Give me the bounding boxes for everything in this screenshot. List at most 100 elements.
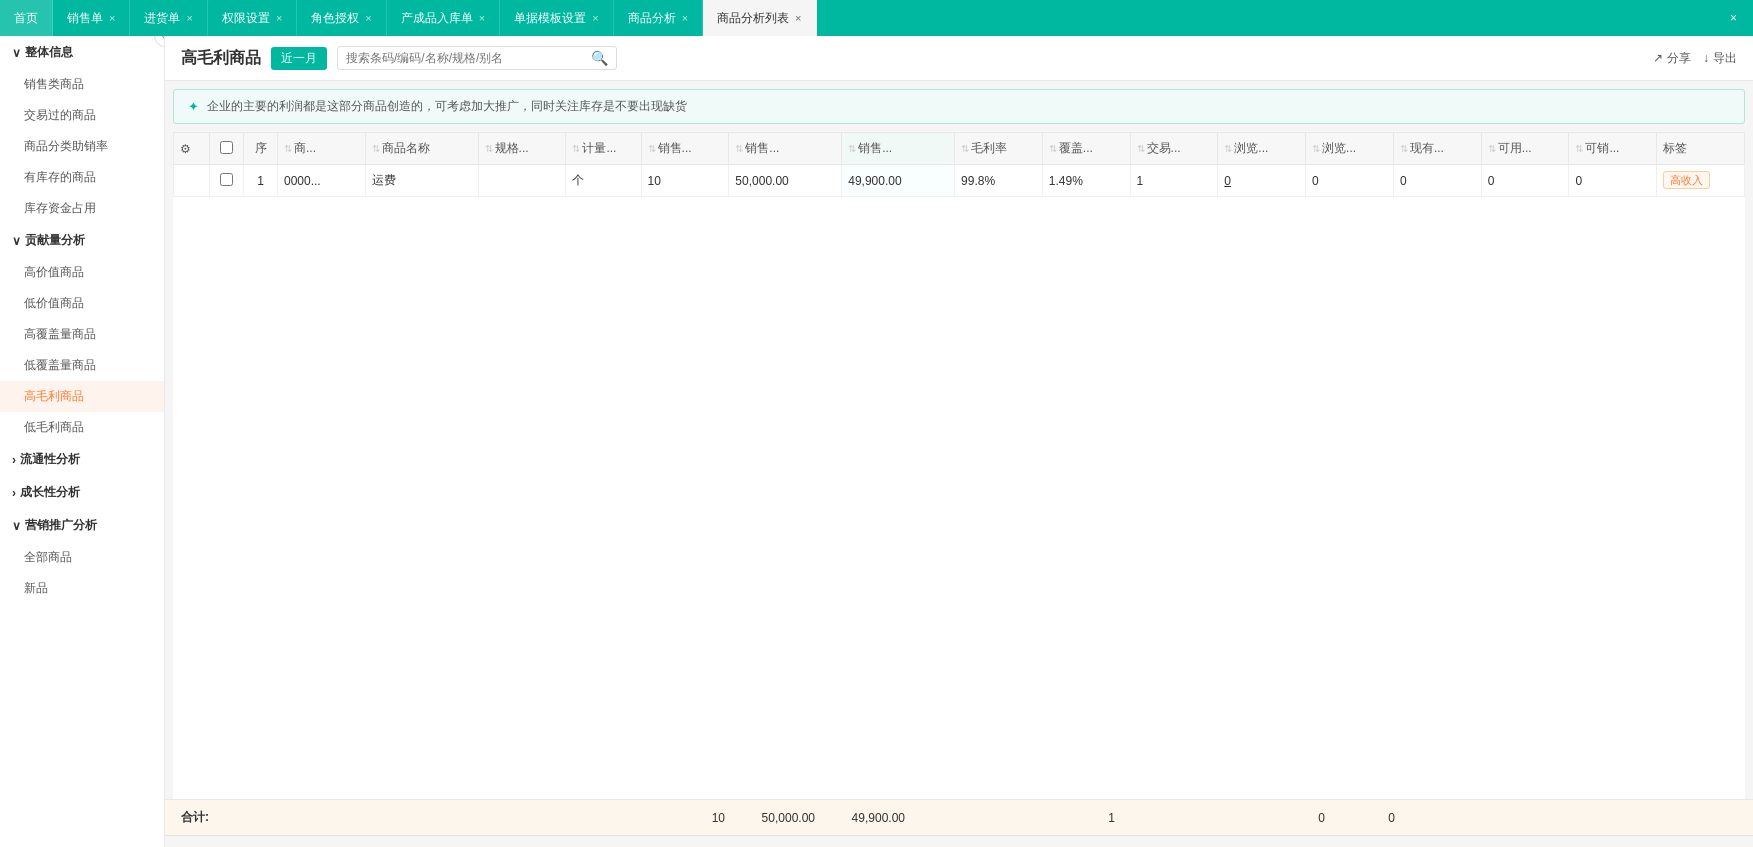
cell-code: 0000... <box>278 165 366 197</box>
footer-sale-amount: 50,000.00 <box>731 811 821 825</box>
sidebar-item-high-coverage[interactable]: 高覆盖量商品 <box>0 319 164 350</box>
sort-icon-gm: ⇅ <box>961 143 969 154</box>
time-filter-button[interactable]: 近一月 <box>271 47 327 70</box>
export-button[interactable]: ↓ 导出 <box>1703 50 1737 67</box>
sidebar-item-low-coverage[interactable]: 低覆盖量商品 <box>0 350 164 381</box>
sort-icon-unit: ⇅ <box>572 143 580 154</box>
cell-trade: 1 <box>1130 165 1218 197</box>
sidebar-group-growth[interactable]: › 成长性分析 <box>0 476 164 509</box>
sidebar-item-sales-goods[interactable]: 销售类商品 <box>0 69 164 100</box>
sidebar-group-marketing-items: 全部商品 新品 <box>0 542 164 604</box>
col-sale-profit[interactable]: ⇅销售... <box>842 133 955 165</box>
horizontal-scrollbar[interactable] <box>165 835 1753 847</box>
footer-current: 0 <box>1261 811 1331 825</box>
col-name[interactable]: ⇅商品名称 <box>365 133 478 165</box>
table-row: 1 0000... 运费 个 <box>174 165 1745 197</box>
sidebar-item-high-margin[interactable]: 高毛利商品 <box>0 381 164 412</box>
search-box: 🔍 <box>337 46 617 70</box>
col-code[interactable]: ⇅商... <box>278 133 366 165</box>
nav-product-inbound[interactable]: 产成品入库单 × <box>387 0 500 36</box>
select-all-checkbox[interactable] <box>220 141 233 154</box>
close-role-auth[interactable]: × <box>365 12 371 24</box>
window-close-button[interactable]: × <box>1714 0 1753 36</box>
footer-trade: 1 <box>1051 811 1121 825</box>
cell-sale-profit: 49,900.00 <box>842 165 955 197</box>
sidebar-item-traded-goods[interactable]: 交易过的商品 <box>0 100 164 131</box>
col-trade[interactable]: ⇅交易... <box>1130 133 1218 165</box>
sidebar-group-liquidity[interactable]: › 流通性分析 <box>0 443 164 476</box>
col-browse1[interactable]: ⇅浏览... <box>1218 133 1306 165</box>
close-product-analysis-list[interactable]: × <box>795 12 801 24</box>
row-checkbox[interactable] <box>220 173 233 186</box>
col-tag[interactable]: 标签 <box>1657 133 1745 165</box>
content-area: 高毛利商品 近一月 🔍 ↗ 分享 ↓ 导出 ✦ 企业的主 <box>165 36 1753 847</box>
page-title: 高毛利商品 <box>181 48 261 69</box>
tag-badge: 高收入 <box>1663 171 1710 189</box>
cell-current-stock: 0 <box>1393 165 1481 197</box>
col-unit[interactable]: ⇅计量... <box>566 133 641 165</box>
cell-browse1[interactable]: 0 <box>1218 165 1306 197</box>
nav-role-auth[interactable]: 角色授权 × <box>297 0 386 36</box>
col-sale-amount[interactable]: ⇅销售... <box>729 133 842 165</box>
sidebar-item-stocked-goods[interactable]: 有库存的商品 <box>0 162 164 193</box>
nav-purchase-order[interactable]: 进货单 × <box>130 0 207 36</box>
info-banner: ✦ 企业的主要的利润都是这部分商品创造的，可考虑加大推广，同时关注库存是不要出现… <box>173 89 1745 124</box>
group-arrow-liquidity: › <box>12 453 16 467</box>
col-num: 序 <box>244 133 278 165</box>
cell-checkbox <box>210 165 244 197</box>
sort-icon-name: ⇅ <box>372 143 380 154</box>
cell-name: 运费 <box>365 165 478 197</box>
sidebar-group-contribution[interactable]: ∨ 贡献量分析 <box>0 224 164 257</box>
sidebar-group-marketing[interactable]: ∨ 营销推广分析 <box>0 509 164 542</box>
sidebar-item-high-value[interactable]: 高价值商品 <box>0 257 164 288</box>
col-sellable-stock[interactable]: ⇅可销... <box>1569 133 1657 165</box>
sort-icon: ⇅ <box>284 143 292 154</box>
sort-icon-saleamt: ⇅ <box>735 143 743 154</box>
nav-product-analysis-list[interactable]: 商品分析列表 × <box>703 0 816 36</box>
info-icon: ✦ <box>188 99 199 114</box>
search-input[interactable] <box>346 51 591 65</box>
sort-icon-b2: ⇅ <box>1312 143 1320 154</box>
cell-sale-qty: 10 <box>641 165 729 197</box>
share-button[interactable]: ↗ 分享 <box>1653 50 1691 67</box>
nav-product-analysis[interactable]: 商品分析 × <box>614 0 703 36</box>
col-coverage[interactable]: ⇅覆盖... <box>1042 133 1130 165</box>
cell-spec <box>478 165 566 197</box>
col-browse2[interactable]: ⇅浏览... <box>1306 133 1394 165</box>
sidebar-item-new-goods[interactable]: 新品 <box>0 573 164 604</box>
cell-sellable-stock: 0 <box>1569 165 1657 197</box>
cell-browse2: 0 <box>1306 165 1394 197</box>
col-spec[interactable]: ⇅规格... <box>478 133 566 165</box>
cell-coverage: 1.49% <box>1042 165 1130 197</box>
close-product-analysis[interactable]: × <box>682 12 688 24</box>
col-settings[interactable]: ⚙ <box>174 133 210 165</box>
sidebar-item-all-goods[interactable]: 全部商品 <box>0 542 164 573</box>
sidebar-item-inventory-funds[interactable]: 库存资金占用 <box>0 193 164 224</box>
sidebar-group-overall[interactable]: ∨ 整体信息 <box>0 36 164 69</box>
nav-template-settings[interactable]: 单据模板设置 × <box>500 0 613 36</box>
close-product-inbound[interactable]: × <box>479 12 485 24</box>
main-layout: « ∨ 整体信息 销售类商品 交易过的商品 商品分类助销率 有库存的商品 库存资… <box>0 36 1753 847</box>
col-sale-qty[interactable]: ⇅销售... <box>641 133 729 165</box>
col-current-stock[interactable]: ⇅现有... <box>1393 133 1481 165</box>
footer-avail: 0 <box>1331 811 1401 825</box>
cell-settings <box>174 165 210 197</box>
nav-home[interactable]: 首页 <box>0 0 53 36</box>
search-button[interactable]: 🔍 <box>591 50 608 66</box>
nav-sales-order[interactable]: 销售单 × <box>53 0 130 36</box>
header-actions: ↗ 分享 ↓ 导出 <box>1653 50 1737 67</box>
close-sales-order[interactable]: × <box>109 12 115 24</box>
close-purchase-order[interactable]: × <box>186 12 192 24</box>
sidebar-item-category-rate[interactable]: 商品分类助销率 <box>0 131 164 162</box>
sidebar-group-contribution-items: 高价值商品 低价值商品 高覆盖量商品 低覆盖量商品 高毛利商品 低毛利商品 <box>0 257 164 443</box>
sidebar-item-low-margin[interactable]: 低毛利商品 <box>0 412 164 443</box>
col-gross-margin[interactable]: ⇅毛利率 <box>955 133 1043 165</box>
group-arrow-marketing: ∨ <box>12 519 21 533</box>
export-icon: ↓ <box>1703 51 1709 65</box>
close-permission[interactable]: × <box>276 12 282 24</box>
sidebar-item-low-value[interactable]: 低价值商品 <box>0 288 164 319</box>
col-available-stock[interactable]: ⇅可用... <box>1481 133 1569 165</box>
group-arrow-contribution: ∨ <box>12 234 21 248</box>
nav-permission-settings[interactable]: 权限设置 × <box>208 0 297 36</box>
close-template[interactable]: × <box>592 12 598 24</box>
